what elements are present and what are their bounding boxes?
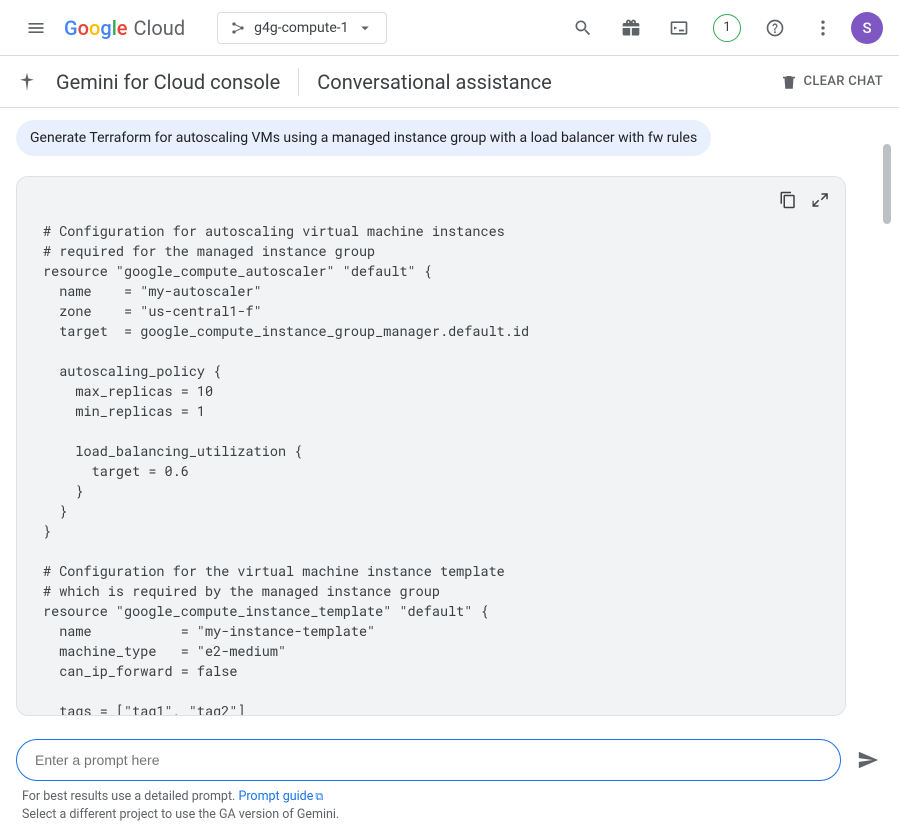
expand-code-button[interactable] [811,191,829,209]
free-trial-button[interactable] [611,8,651,48]
trash-icon [780,73,798,91]
code-actions [779,191,829,209]
help-icon [765,18,785,38]
project-picker[interactable]: g4g-compute-1 [217,12,387,44]
hint-prompt-guide: For best results use a detailed prompt. … [22,789,877,804]
more-button[interactable] [803,8,843,48]
code-block: # Configuration for autoscaling virtual … [17,177,845,715]
copy-code-button[interactable] [779,191,797,209]
notifications-button[interactable]: 1 [707,8,747,48]
topbar: Google Cloud g4g-compute-1 1 S [0,0,899,56]
page-subtitle: Conversational assistance [317,70,551,94]
user-message: Generate Terraform for autoscaling VMs u… [16,120,711,156]
input-area: For best results use a detailed prompt. … [16,739,883,825]
send-icon [857,749,879,771]
notification-count-badge: 1 [713,14,741,42]
expand-icon [811,191,829,209]
scrollbar-thumb[interactable] [883,144,891,224]
gemini-icon [16,71,38,93]
chat-area: Generate Terraform for autoscaling VMs u… [0,108,899,837]
page-title: Gemini for Cloud console [56,70,280,94]
logo-google-text: Google [64,16,128,40]
divider [298,68,299,96]
more-vert-icon [813,18,833,38]
cloud-shell-button[interactable] [659,8,699,48]
gift-icon [621,18,641,38]
copy-icon [779,191,797,209]
search-button[interactable] [563,8,603,48]
external-link-icon: ⧉ [315,790,323,803]
search-icon [573,18,593,38]
help-button[interactable] [755,8,795,48]
code-content: # Configuration for autoscaling virtual … [43,221,825,715]
hint-ga: Select a different project to use the GA… [22,807,877,822]
project-name: g4g-compute-1 [254,20,348,36]
project-icon [230,20,246,36]
clear-chat-button[interactable]: CLEAR CHAT [780,73,883,91]
avatar-initial: S [862,19,871,37]
prompt-input[interactable] [16,739,841,781]
hint-text: For best results use a detailed prompt. [22,789,238,804]
menu-button[interactable] [16,8,56,48]
clear-chat-label: CLEAR CHAT [804,74,883,89]
avatar[interactable]: S [851,12,883,44]
logo-cloud-text: Cloud [134,16,186,40]
assistant-response: # Configuration for autoscaling virtual … [16,176,846,716]
chevron-down-icon [356,19,374,37]
google-cloud-logo[interactable]: Google Cloud [64,16,185,40]
prompt-guide-link[interactable]: Prompt guide⧉ [238,789,323,804]
terminal-icon [669,18,689,38]
hamburger-icon [26,18,46,38]
subheader: Gemini for Cloud console Conversational … [0,56,899,108]
send-button[interactable] [853,745,883,775]
